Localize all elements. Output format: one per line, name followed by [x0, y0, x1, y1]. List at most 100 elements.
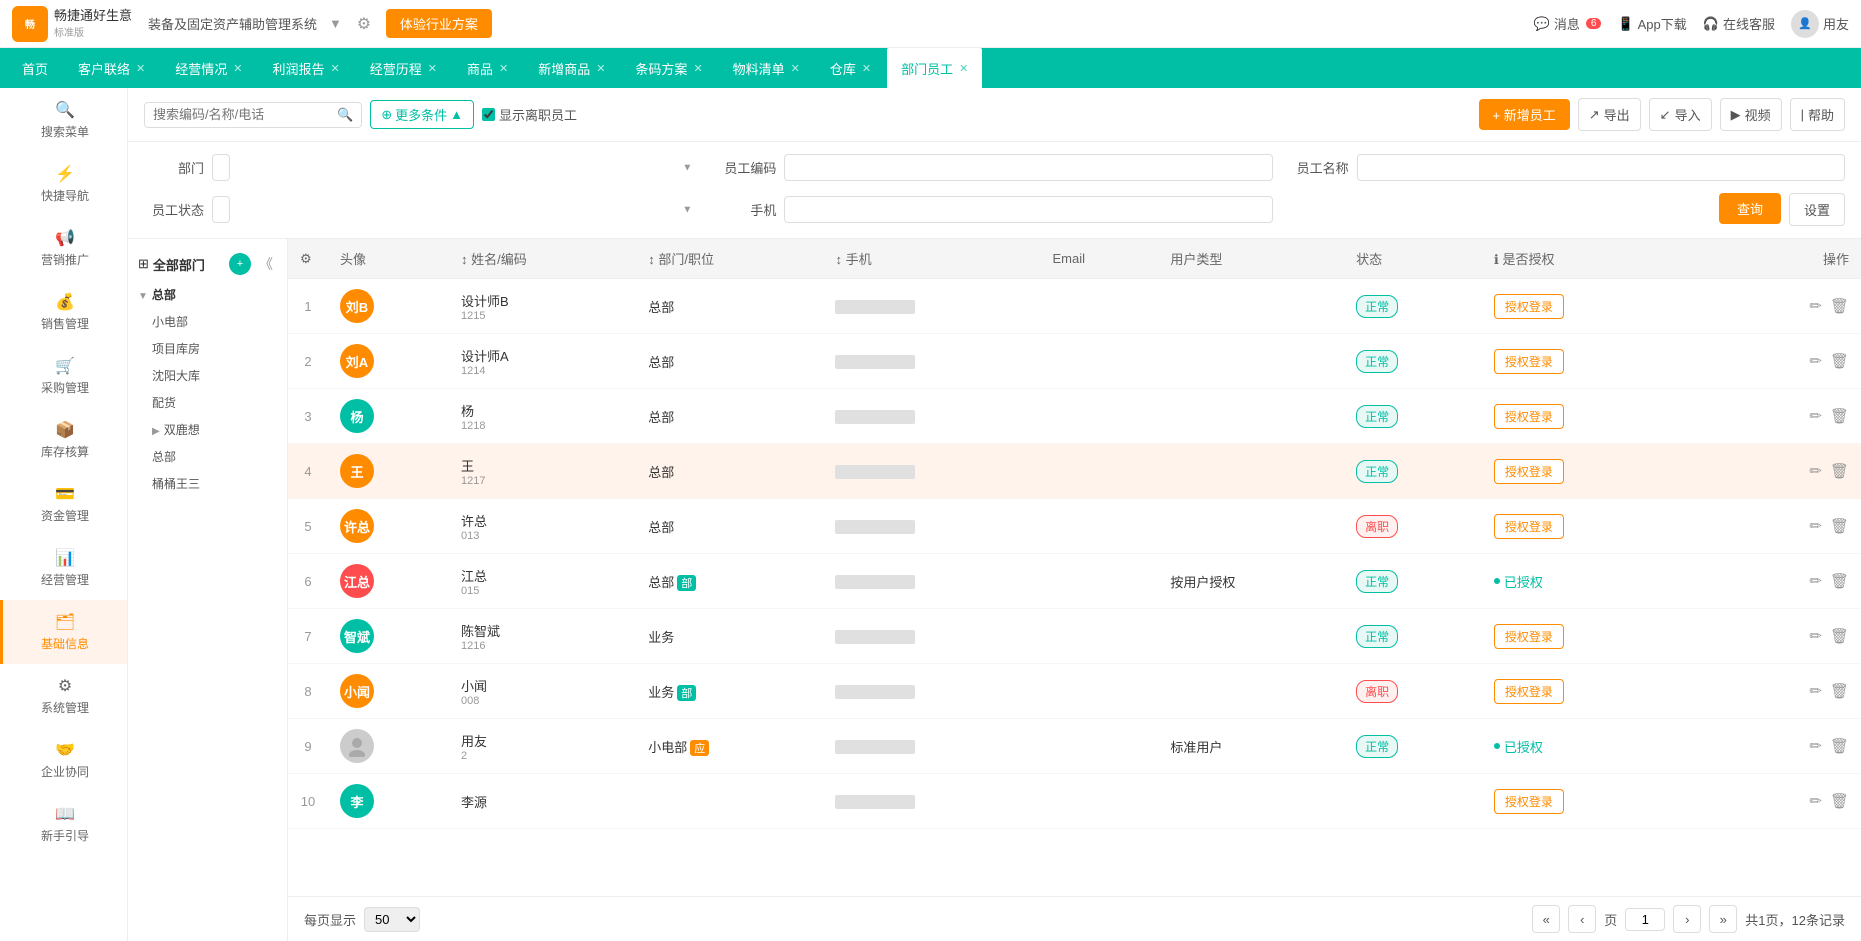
import-button[interactable]: ↙ 导入	[1649, 98, 1712, 131]
row-auth[interactable]: 已授权	[1482, 554, 1678, 609]
close-icon[interactable]: ✕	[596, 62, 605, 75]
delete-button[interactable]: 🗑	[1830, 297, 1849, 315]
edit-button[interactable]: ✏	[1809, 572, 1822, 590]
collapse-dept-button[interactable]: 《	[255, 253, 277, 275]
settings-icon[interactable]: ⚙	[350, 10, 378, 38]
tab-profit[interactable]: 利润报告 ✕	[258, 48, 353, 88]
prev-page-button[interactable]: ‹	[1568, 905, 1596, 933]
delete-button[interactable]: 🗑	[1830, 737, 1849, 755]
tab-barcode[interactable]: 条码方案 ✕	[621, 48, 716, 88]
view-button[interactable]: ▶ 视频	[1720, 98, 1782, 131]
delete-button[interactable]: 🗑	[1830, 407, 1849, 425]
last-page-button[interactable]: »	[1709, 905, 1737, 933]
reset-button[interactable]: 设置	[1789, 193, 1845, 226]
show-resigned-toggle[interactable]: 显示离职员工	[482, 105, 577, 124]
dept-node-shenyang[interactable]: 沈阳大库	[128, 362, 287, 389]
tab-home[interactable]: 首页	[8, 48, 62, 88]
close-icon[interactable]: ✕	[331, 62, 340, 75]
dept-node-shuanglu[interactable]: ▶双鹿想	[128, 416, 287, 443]
close-icon[interactable]: ✕	[428, 62, 437, 75]
edit-button[interactable]: ✏	[1809, 297, 1822, 315]
sidebar-item-finance[interactable]: 💳 资金管理	[0, 472, 127, 536]
sidebar-item-shortcuts[interactable]: ⚡ 快捷导航	[0, 152, 127, 216]
dept-node-peihuo[interactable]: 配货	[128, 389, 287, 416]
dropdown-arrow-icon[interactable]: ▼	[329, 16, 342, 31]
tab-add-goods[interactable]: 新增商品 ✕	[524, 48, 619, 88]
delete-button[interactable]: 🗑	[1830, 572, 1849, 590]
page-input[interactable]	[1625, 908, 1665, 931]
add-employee-button[interactable]: + 新增员工	[1479, 99, 1570, 130]
row-auth[interactable]: 授权登录	[1482, 664, 1678, 719]
dept-node-tongwang[interactable]: 桶桶王三	[128, 470, 287, 497]
sidebar-item-collab[interactable]: 🤝 企业协同	[0, 728, 127, 792]
edit-button[interactable]: ✏	[1809, 792, 1822, 810]
first-page-button[interactable]: «	[1532, 905, 1560, 933]
next-page-button[interactable]: ›	[1673, 905, 1701, 933]
delete-button[interactable]: 🗑	[1830, 517, 1849, 535]
auth-button[interactable]: 授权登录	[1494, 789, 1564, 814]
sidebar-item-marketing[interactable]: 📢 营销推广	[0, 216, 127, 280]
sidebar-item-inventory[interactable]: 📦 库存核算	[0, 408, 127, 472]
tab-customer[interactable]: 客户联络 ✕	[64, 48, 159, 88]
dept-node-zongbu-parent[interactable]: ▼总部	[128, 281, 287, 308]
close-icon[interactable]: ✕	[862, 62, 871, 75]
edit-button[interactable]: ✏	[1809, 517, 1822, 535]
empcode-input[interactable]	[784, 154, 1272, 181]
sidebar-item-guide[interactable]: 📖 新手引导	[0, 792, 127, 856]
close-icon[interactable]: ✕	[499, 62, 508, 75]
trial-button[interactable]: 体验行业方案	[386, 9, 492, 38]
phone-input[interactable]	[784, 196, 1272, 223]
row-auth[interactable]: 已授权	[1482, 719, 1678, 774]
dept-node-xiaodian[interactable]: 小电部	[128, 308, 287, 335]
tab-history[interactable]: 经营历程 ✕	[356, 48, 451, 88]
edit-button[interactable]: ✏	[1809, 682, 1822, 700]
close-icon[interactable]: ✕	[693, 62, 702, 75]
all-dept-label[interactable]: 全部部门	[153, 255, 225, 274]
col-settings[interactable]: ⚙	[288, 239, 328, 279]
delete-button[interactable]: 🗑	[1830, 352, 1849, 370]
dept-node-project[interactable]: 项目库房	[128, 335, 287, 362]
edit-button[interactable]: ✏	[1809, 352, 1822, 370]
dept-node-zongbu[interactable]: 总部	[128, 443, 287, 470]
row-auth[interactable]: 授权登录	[1482, 389, 1678, 444]
delete-button[interactable]: 🗑	[1830, 462, 1849, 480]
search-input[interactable]	[153, 107, 333, 122]
close-icon[interactable]: ✕	[791, 62, 800, 75]
row-auth[interactable]: 授权登录	[1482, 279, 1678, 334]
edit-button[interactable]: ✏	[1809, 627, 1822, 645]
auth-button[interactable]: 授权登录	[1494, 514, 1564, 539]
close-icon[interactable]: ✕	[959, 62, 968, 75]
row-auth[interactable]: 授权登录	[1482, 609, 1678, 664]
show-resigned-checkbox[interactable]	[482, 108, 495, 121]
user-menu-button[interactable]: 👤 用友	[1791, 10, 1849, 38]
empname-input[interactable]	[1357, 154, 1845, 181]
delete-button[interactable]: 🗑	[1830, 682, 1849, 700]
app-download-button[interactable]: 📱 App下载	[1617, 14, 1686, 33]
sidebar-item-purchase[interactable]: 🛒 采购管理	[0, 344, 127, 408]
auth-button[interactable]: 授权登录	[1494, 624, 1564, 649]
sidebar-item-system[interactable]: ⚙ 系统管理	[0, 664, 127, 728]
delete-button[interactable]: 🗑	[1830, 792, 1849, 810]
auth-button[interactable]: 授权登录	[1494, 679, 1564, 704]
sidebar-item-sales[interactable]: 💰 销售管理	[0, 280, 127, 344]
auth-button[interactable]: 授权登录	[1494, 404, 1564, 429]
row-auth[interactable]: 授权登录	[1482, 499, 1678, 554]
more-conditions-button[interactable]: ⊕ 更多条件 ▲	[370, 100, 474, 129]
tab-warehouse[interactable]: 仓库 ✕	[816, 48, 885, 88]
auth-button[interactable]: 授权登录	[1494, 349, 1564, 374]
close-icon[interactable]: ✕	[233, 62, 242, 75]
sidebar-item-search[interactable]: 🔍 搜索菜单	[0, 88, 127, 152]
tab-operation[interactable]: 经营情况 ✕	[161, 48, 256, 88]
tab-department[interactable]: 部门员工 ✕	[887, 48, 982, 88]
col-name-code[interactable]: ↕ 姓名/编码	[449, 239, 636, 279]
col-phone[interactable]: ↕ 手机	[823, 239, 1040, 279]
auth-button[interactable]: 授权登录	[1494, 459, 1564, 484]
online-service-button[interactable]: 🎧 在线客服	[1703, 14, 1775, 33]
tab-goods[interactable]: 商品 ✕	[453, 48, 522, 88]
tab-bom[interactable]: 物料清单 ✕	[719, 48, 814, 88]
dept-select[interactable]	[212, 154, 230, 181]
sidebar-item-basic[interactable]: 🗂 基础信息	[0, 600, 127, 664]
add-dept-button[interactable]: +	[229, 253, 251, 275]
edit-button[interactable]: ✏	[1809, 737, 1822, 755]
row-auth[interactable]: 授权登录	[1482, 774, 1678, 829]
